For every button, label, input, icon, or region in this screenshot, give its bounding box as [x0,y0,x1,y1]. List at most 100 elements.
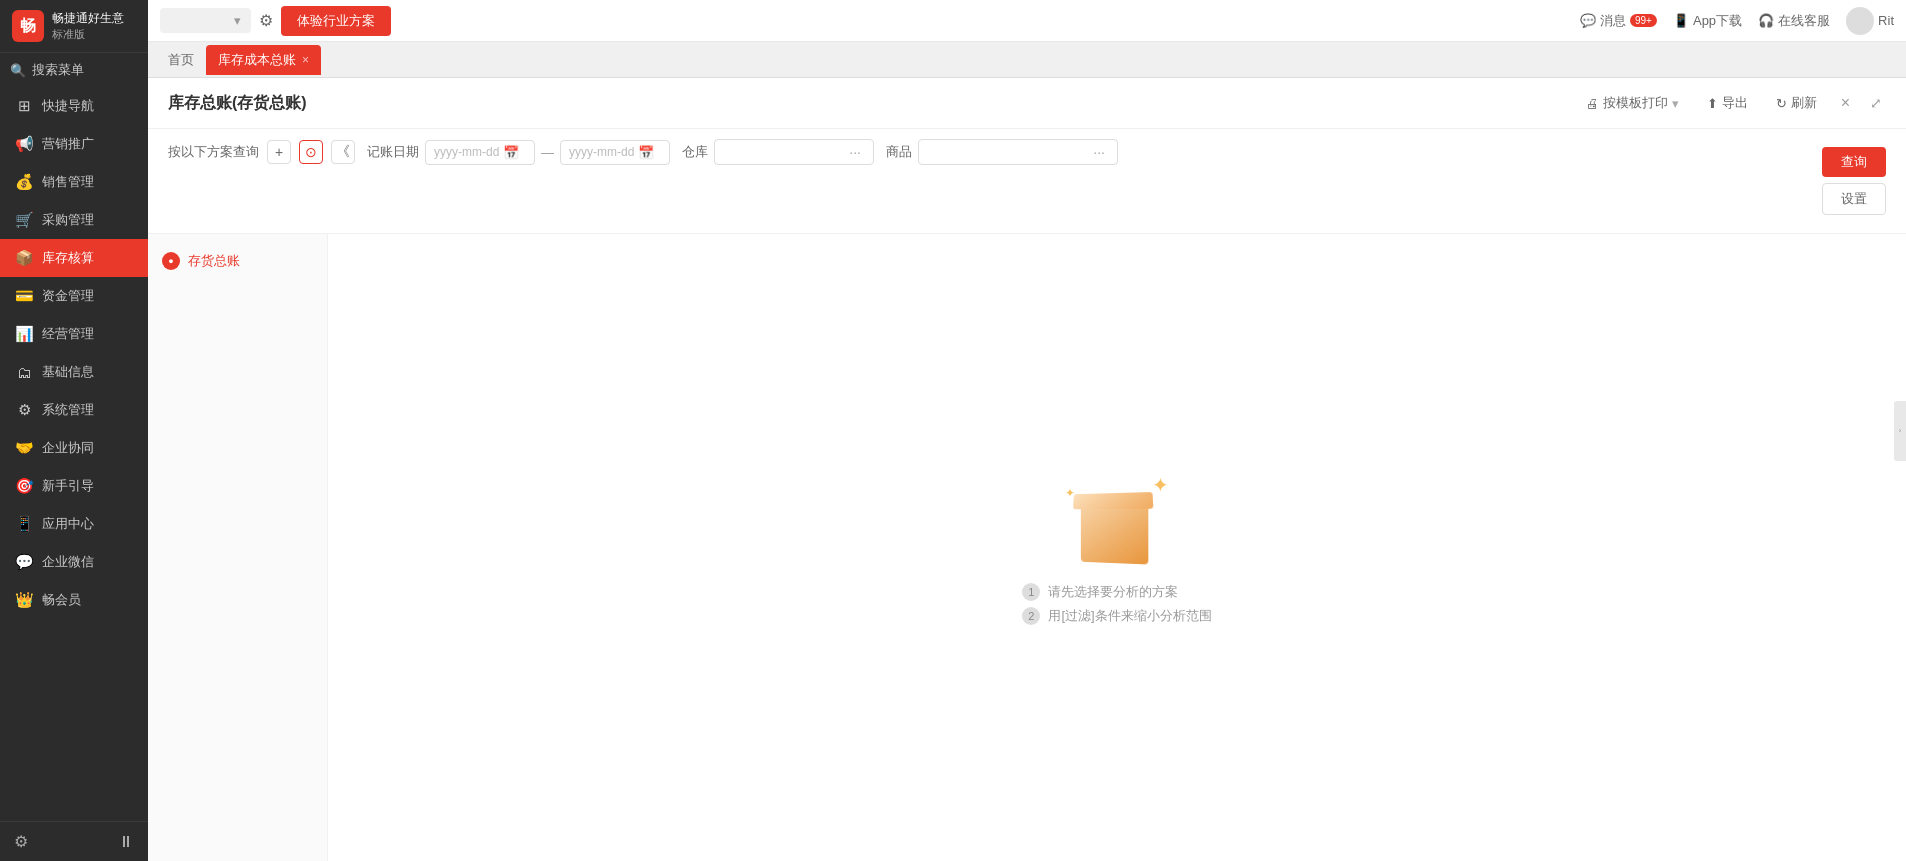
right-panel-toggle[interactable]: › [1894,401,1906,461]
home-tab-label: 首页 [168,51,194,69]
calendar-icon-start: 📅 [503,145,519,160]
system-icon: ⚙ [14,401,34,419]
operation-icon: 📊 [14,325,34,343]
hint-text-2: 用[过滤]条件来缩小分析范围 [1048,607,1211,625]
avatar-img [1846,7,1874,35]
content-split: ● 存货总账 ✦ [148,234,1906,861]
page-close-btn[interactable]: × [1837,90,1854,116]
sidebar-logo: 畅 畅捷通好生意 标准版 [0,0,148,53]
page-header: 库存总账(存货总账) 🖨 按模板打印 ▾ ⬆ 导出 ↻ 刷新 × ⤢ [148,78,1906,129]
date-start-input[interactable]: yyyy-mm-dd 📅 [425,140,535,165]
product-select[interactable]: ··· [918,139,1118,165]
main-data-area: ✦ ✦ 1 请先选择要分析的方案 2 用[过滤]条件来缩小分析范围 [328,234,1906,861]
filter-settings-btn[interactable]: ⊙ [299,140,323,164]
messages-btn[interactable]: 💬 消息 99+ [1580,12,1657,30]
base-icon: 🗂 [14,364,34,381]
tab-inventory-cost[interactable]: 库存成本总账 × [206,45,321,75]
date-filter-field: 记账日期 yyyy-mm-dd 📅 — yyyy-mm-dd 📅 [367,140,670,165]
sidebar-item-label: 经营管理 [42,325,94,343]
filter-collapse-btn[interactable]: 《 [331,140,355,164]
sidebar-item-label: 库存核算 [42,249,94,267]
wechat-icon: 💬 [14,553,34,571]
filter-add-btn[interactable]: + [267,140,291,164]
warehouse-label: 仓库 [682,143,708,161]
warehouse-filter-field: 仓库 ··· [682,139,874,165]
member-icon: 👑 [14,591,34,609]
sidebar-item-label: 快捷导航 [42,97,94,115]
sidebar-item-quick-nav[interactable]: ⊞ 快捷导航 [0,87,148,125]
filter-label: 按以下方案查询 [168,143,259,161]
hint-num-2: 2 [1022,607,1040,625]
date-label: 记账日期 [367,143,419,161]
tab-home[interactable]: 首页 [156,45,206,75]
print-icon: 🖨 [1586,96,1599,111]
sidebar-search[interactable]: 🔍 搜索菜单 [0,53,148,87]
message-icon: 💬 [1580,13,1596,28]
warehouse-more-btn[interactable]: ··· [845,144,865,160]
sidebar-item-label: 企业微信 [42,553,94,571]
dropdown-icon[interactable]: ▾ [234,13,241,28]
sidebar-item-label: 应用中心 [42,515,94,533]
headset-icon: 🎧 [1758,13,1774,28]
filter-query-area: 按以下方案查询 + ⊙ 《 记账日期 yyyy-mm-dd [168,139,1810,165]
date-end-placeholder: yyyy-mm-dd [569,145,634,159]
topbar-left: ▾ ⚙ 体验行业方案 [160,6,391,36]
scheme-sidebar: ● 存货总账 [148,234,328,861]
sidebar-item-marketing[interactable]: 📢 营销推广 [0,125,148,163]
scheme-item-label: 存货总账 [188,252,240,270]
scheme-item-stock-ledger[interactable]: ● 存货总账 [148,244,327,278]
sidebar-item-app-center[interactable]: 📱 应用中心 [0,505,148,543]
sidebar-item-purchase[interactable]: 🛒 采购管理 [0,201,148,239]
product-more-btn[interactable]: ··· [1089,144,1109,160]
query-btn[interactable]: 查询 [1822,147,1886,177]
sidebar-item-member[interactable]: 👑 畅会员 [0,581,148,619]
purchase-icon: 🛒 [14,211,34,229]
online-service-btn[interactable]: 🎧 在线客服 [1758,12,1830,30]
page-expand-btn[interactable]: ⤢ [1866,91,1886,115]
enterprise-icon: 🤝 [14,439,34,457]
refresh-btn[interactable]: ↻ 刷新 [1768,90,1825,116]
warehouse-select[interactable]: ··· [714,139,874,165]
app-download-btn[interactable]: 📱 App下载 [1673,12,1742,30]
empty-sparkle: ✦ [1152,473,1169,497]
main-content: ▾ ⚙ 体验行业方案 💬 消息 99+ 📱 App下载 🎧 在线客服 Rit [148,0,1906,861]
sidebar-item-operation[interactable]: 📊 经营管理 [0,315,148,353]
empty-hints: 1 请先选择要分析的方案 2 用[过滤]条件来缩小分析范围 [1022,583,1211,625]
sidebar-item-system[interactable]: ⚙ 系统管理 [0,391,148,429]
sidebar-item-finance[interactable]: 💳 资金管理 [0,277,148,315]
sidebar-audio-icon[interactable]: ⏸ [118,833,134,851]
tab-close-icon[interactable]: × [302,53,309,67]
search-icon: 🔍 [10,63,26,78]
finance-icon: 💳 [14,287,34,305]
export-btn[interactable]: ⬆ 导出 [1699,90,1756,116]
trial-btn[interactable]: 体验行业方案 [281,6,391,36]
active-tab-label: 库存成本总账 [218,51,296,69]
inventory-icon: 📦 [14,249,34,267]
sidebar-item-enterprise[interactable]: 🤝 企业协同 [0,429,148,467]
sidebar-item-inventory[interactable]: 📦 库存核算 [0,239,148,277]
page-title: 库存总账(存货总账) [168,93,307,114]
marketing-icon: 📢 [14,135,34,153]
sidebar-item-sales[interactable]: 💰 销售管理 [0,163,148,201]
sidebar-item-label: 营销推广 [42,135,94,153]
product-filter-field: 商品 ··· [886,139,1118,165]
sidebar-item-label: 新手引导 [42,477,94,495]
add-icon: + [275,144,283,160]
sidebar-item-newbie[interactable]: 🎯 新手引导 [0,467,148,505]
sidebar-item-wechat[interactable]: 💬 企业微信 [0,543,148,581]
user-avatar[interactable]: Rit [1846,7,1894,35]
date-separator: — [541,145,554,160]
empty-box-lid [1073,491,1153,508]
app-logo-icon: 畅 [12,10,44,42]
set-btn[interactable]: 设置 [1822,183,1886,215]
date-end-input[interactable]: yyyy-mm-dd 📅 [560,140,670,165]
print-btn[interactable]: 🖨 按模板打印 ▾ [1578,90,1687,116]
topbar-settings-icon[interactable]: ⚙ [259,11,273,30]
circle-icon: ⊙ [305,144,317,160]
breadcrumb-text [170,12,230,29]
query-actions: 查询 设置 [1822,139,1886,223]
sidebar-settings-icon[interactable]: ⚙ [14,832,28,851]
app-center-icon: 📱 [14,515,34,533]
sales-icon: 💰 [14,173,34,191]
sidebar-item-base[interactable]: 🗂 基础信息 [0,353,148,391]
